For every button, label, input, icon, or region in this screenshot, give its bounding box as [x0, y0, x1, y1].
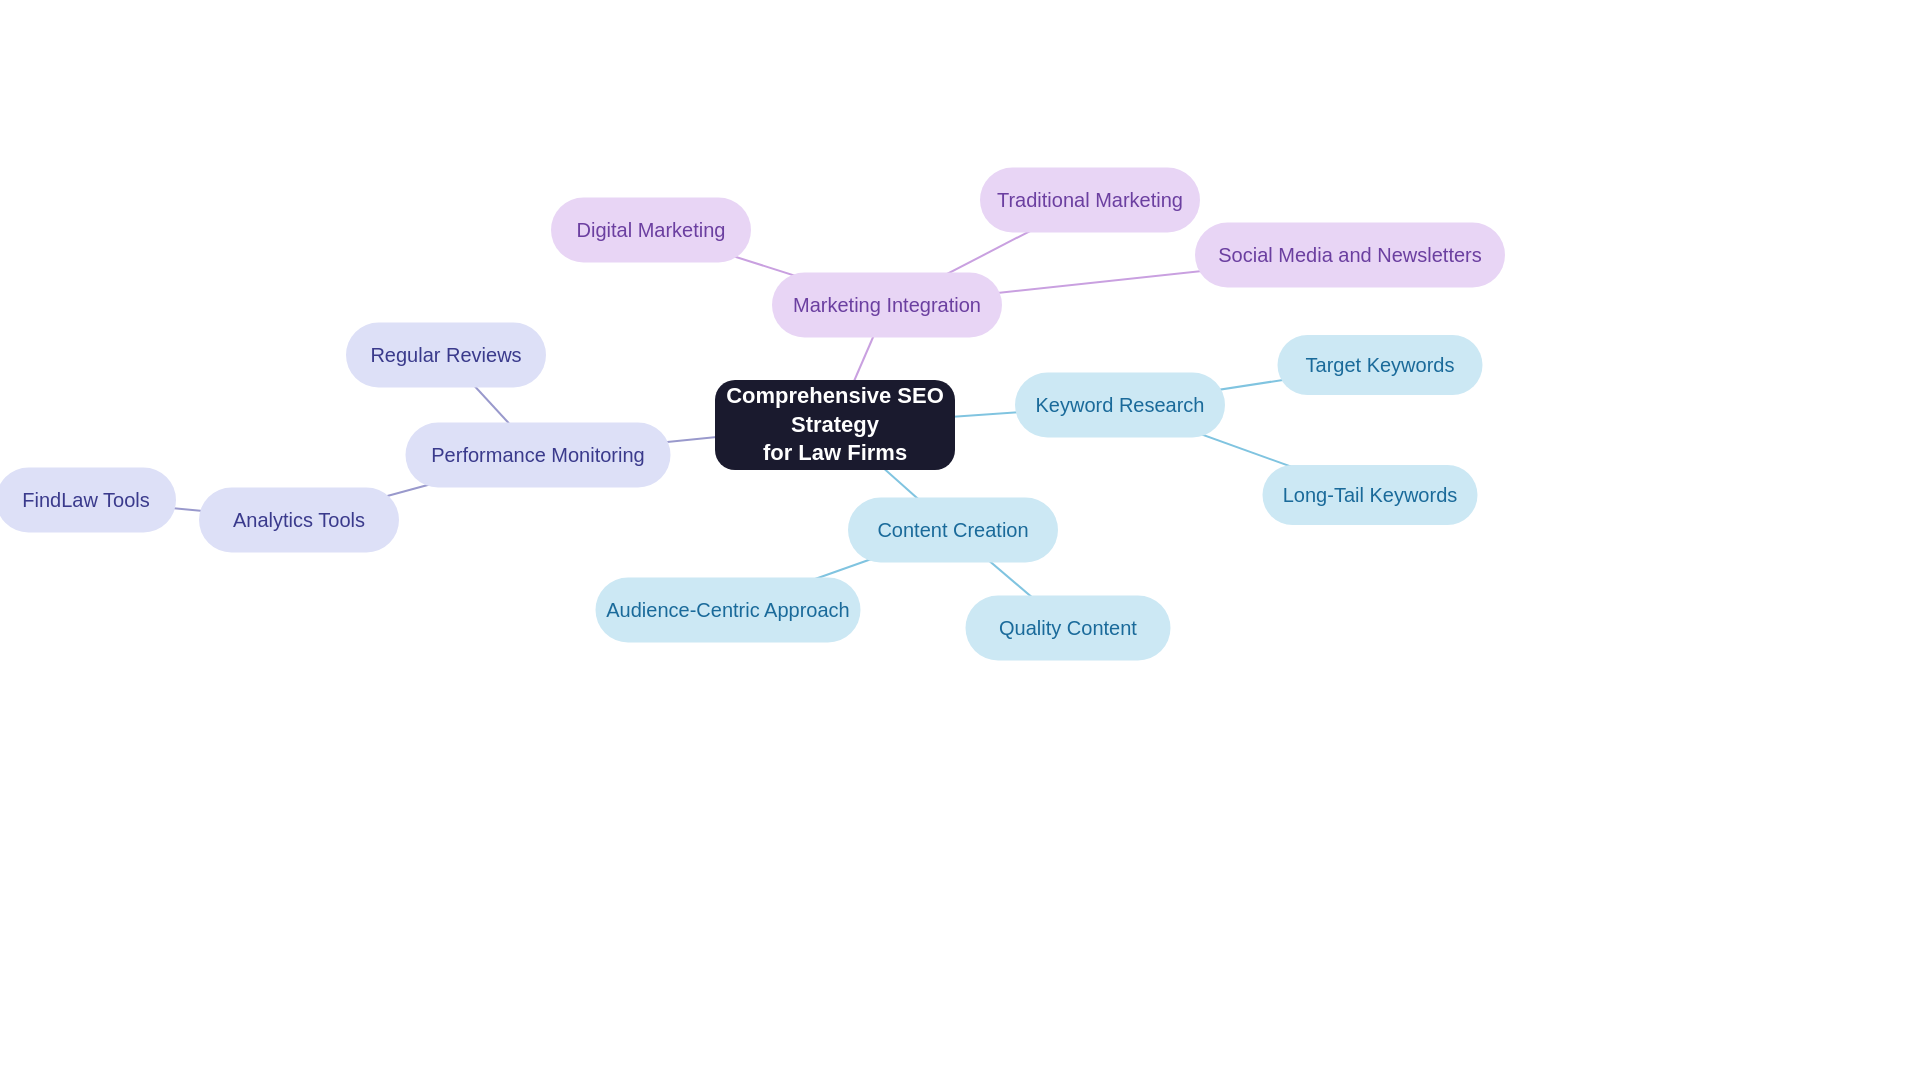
findlaw-tools-node[interactable]: FindLaw Tools — [0, 468, 176, 533]
target-keywords-label: Target Keywords — [1306, 354, 1455, 377]
center-node-label: Comprehensive SEO Strategy for Law Firms — [715, 382, 955, 468]
social-media-node[interactable]: Social Media and Newsletters — [1195, 223, 1505, 288]
content-creation-label: Content Creation — [877, 519, 1028, 542]
performance-monitoring-label: Performance Monitoring — [431, 444, 644, 467]
content-creation-node[interactable]: Content Creation — [848, 498, 1058, 563]
digital-marketing-label: Digital Marketing — [577, 219, 726, 242]
analytics-tools-node[interactable]: Analytics Tools — [199, 488, 399, 553]
performance-monitoring-node[interactable]: Performance Monitoring — [406, 423, 671, 488]
long-tail-keywords-node[interactable]: Long-Tail Keywords — [1263, 465, 1478, 525]
traditional-marketing-label: Traditional Marketing — [997, 189, 1183, 212]
long-tail-keywords-label: Long-Tail Keywords — [1283, 484, 1458, 507]
findlaw-tools-label: FindLaw Tools — [22, 489, 149, 512]
center-node[interactable]: Comprehensive SEO Strategy for Law Firms — [715, 380, 955, 470]
analytics-tools-label: Analytics Tools — [233, 509, 365, 532]
quality-content-node[interactable]: Quality Content — [966, 596, 1171, 661]
traditional-marketing-node[interactable]: Traditional Marketing — [980, 168, 1200, 233]
marketing-integration-node[interactable]: Marketing Integration — [772, 273, 1002, 338]
keyword-research-label: Keyword Research — [1036, 394, 1205, 417]
target-keywords-node[interactable]: Target Keywords — [1278, 335, 1483, 395]
audience-centric-node[interactable]: Audience-Centric Approach — [596, 578, 861, 643]
social-media-label: Social Media and Newsletters — [1218, 244, 1481, 267]
marketing-integration-label: Marketing Integration — [793, 294, 981, 317]
digital-marketing-node[interactable]: Digital Marketing — [551, 198, 751, 263]
regular-reviews-label: Regular Reviews — [370, 344, 521, 367]
quality-content-label: Quality Content — [999, 617, 1137, 640]
keyword-research-node[interactable]: Keyword Research — [1015, 373, 1225, 438]
regular-reviews-node[interactable]: Regular Reviews — [346, 323, 546, 388]
audience-centric-label: Audience-Centric Approach — [606, 599, 849, 622]
